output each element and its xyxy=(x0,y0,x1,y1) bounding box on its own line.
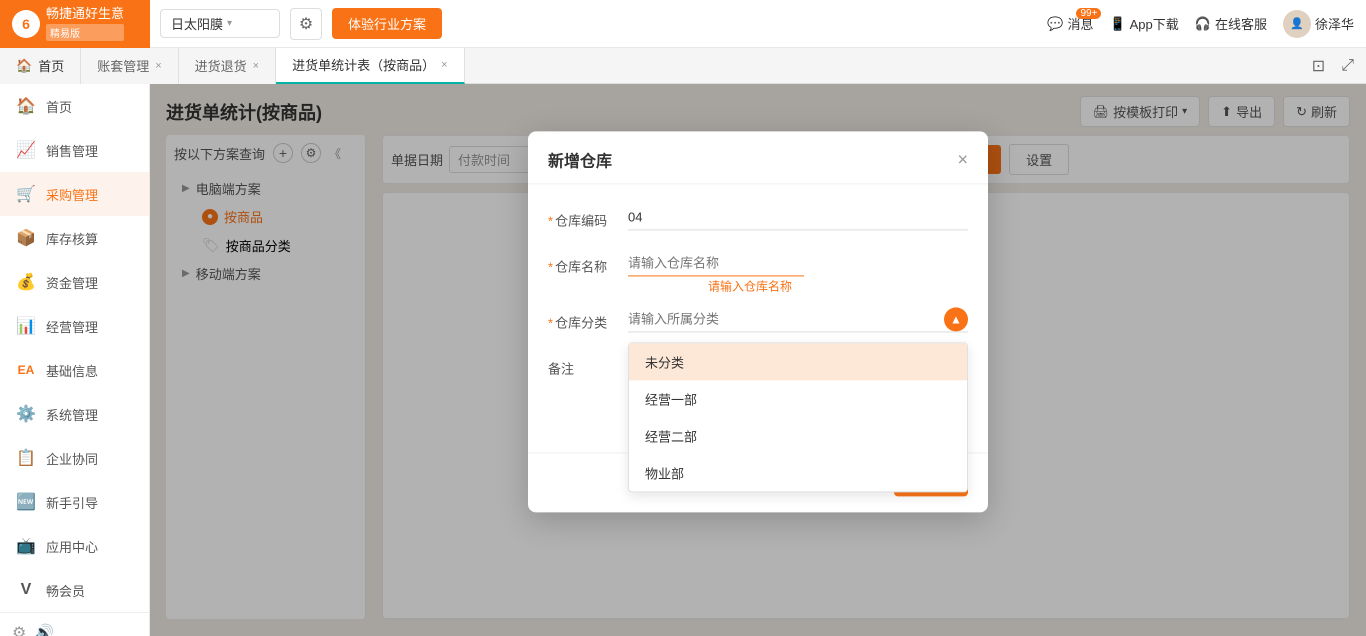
sidebar-item-finance[interactable]: 💰 资金管理 xyxy=(0,260,149,304)
guide-icon: 🆕 xyxy=(16,492,36,512)
volume-icon[interactable]: 🔊 xyxy=(34,623,54,636)
dropdown-toggle[interactable]: ▲ xyxy=(944,307,968,331)
sidebar-label: 资金管理 xyxy=(46,273,98,292)
logo-area: 6 畅捷通好生意 精易版 xyxy=(0,0,150,48)
dropdown-list: 未分类 经营一部 经营二部 物业部 xyxy=(628,342,968,492)
message-item[interactable]: 💬 消息 99+ xyxy=(1047,14,1093,33)
close-icon[interactable]: × xyxy=(253,60,259,72)
sidebar-label: 销售管理 xyxy=(46,141,98,160)
tab-purchase-stats[interactable]: 进货单统计表（按商品） × xyxy=(276,48,464,84)
gear-button[interactable]: ⚙ xyxy=(290,8,322,40)
sidebar-item-guide[interactable]: 🆕 新手引导 xyxy=(0,480,149,524)
app-download-item[interactable]: 📱 App下载 xyxy=(1109,14,1178,33)
option-ops2[interactable]: 经营二部 xyxy=(629,417,967,454)
note-label: 备注 xyxy=(548,352,628,377)
store-selector[interactable]: 日太阳膜 ▾ xyxy=(160,9,280,38)
enterprise-icon: 📋 xyxy=(16,448,36,468)
logo-icon: 6 xyxy=(12,10,40,38)
sidebar-bottom: ⚙ 🔊 xyxy=(0,612,149,636)
name-input[interactable] xyxy=(628,250,804,276)
inventory-icon: 📦 xyxy=(16,228,36,248)
user-profile[interactable]: 👤 徐泽华 xyxy=(1283,10,1354,38)
code-label: 仓库编码 xyxy=(548,204,628,229)
sidebar-item-apps[interactable]: 📺 应用中心 xyxy=(0,524,149,568)
sidebar-item-enterprise[interactable]: 📋 企业协同 xyxy=(0,436,149,480)
online-service-item[interactable]: 🎧 在线客服 xyxy=(1195,14,1267,33)
main-layout: 🏠 首页 📈 销售管理 🛒 采购管理 📦 库存核算 💰 资金管理 📊 经营管理 … xyxy=(0,84,1366,636)
logo-badge: 精易版 xyxy=(46,24,124,41)
sidebar-label: 系统管理 xyxy=(46,405,98,424)
phone-icon: 📱 xyxy=(1109,16,1125,32)
system-icon: ⚙️ xyxy=(16,404,36,424)
sidebar-label: 畅会员 xyxy=(46,581,85,600)
store-name: 日太阳膜 xyxy=(171,14,223,33)
logo-text: 畅捷通好生意 xyxy=(46,6,124,23)
content-area: 进货单统计(按商品) 🖨 按模板打印 ▾ ⬆ 导出 ↻ 刷新 xyxy=(150,84,1366,636)
sidebar-label: 新手引导 xyxy=(46,493,98,512)
option-uncategorized[interactable]: 未分类 xyxy=(629,343,967,380)
expand-icon[interactable]: ⤢ xyxy=(1337,53,1358,79)
sidebar-item-home[interactable]: 🏠 首页 xyxy=(0,84,149,128)
category-input[interactable] xyxy=(628,306,968,332)
restore-icon[interactable]: ⊡ xyxy=(1308,52,1329,80)
sidebar-item-operations[interactable]: 📊 经营管理 xyxy=(0,304,149,348)
category-row: 仓库分类 ▲ 未分类 经营一部 经营二部 物业部 xyxy=(548,306,968,332)
operations-icon: 📊 xyxy=(16,316,36,336)
settings-icon[interactable]: ⚙ xyxy=(12,623,26,636)
close-icon[interactable]: × xyxy=(441,59,447,71)
sidebar-label: 基础信息 xyxy=(46,361,98,380)
sidebar: 🏠 首页 📈 销售管理 🛒 采购管理 📦 库存核算 💰 资金管理 📊 经营管理 … xyxy=(0,84,150,636)
trial-button[interactable]: 体验行业方案 xyxy=(332,8,442,39)
basic-info-icon: EA xyxy=(16,360,36,380)
sidebar-label: 采购管理 xyxy=(46,185,98,204)
apps-icon: 📺 xyxy=(16,536,36,556)
headset-icon: 🎧 xyxy=(1195,16,1211,32)
sidebar-label: 经营管理 xyxy=(46,317,98,336)
top-header: 6 畅捷通好生意 精易版 日太阳膜 ▾ ⚙ 体验行业方案 💬 消息 99+ 📱 … xyxy=(0,0,1366,48)
avatar: 👤 xyxy=(1283,10,1311,38)
sidebar-item-purchase[interactable]: 🛒 采购管理 xyxy=(0,172,149,216)
name-label: 仓库名称 xyxy=(548,250,628,275)
sales-icon: 📈 xyxy=(16,140,36,160)
tab-purchase-return[interactable]: 进货退货 × xyxy=(179,48,276,84)
purchase-icon: 🛒 xyxy=(16,184,36,204)
sidebar-item-system[interactable]: ⚙️ 系统管理 xyxy=(0,392,149,436)
member-icon: V xyxy=(16,580,36,600)
category-label: 仓库分类 xyxy=(548,306,628,331)
close-icon[interactable]: × xyxy=(155,60,161,72)
sidebar-label: 库存核算 xyxy=(46,229,98,248)
sidebar-label: 首页 xyxy=(46,97,72,116)
sidebar-label: 应用中心 xyxy=(46,537,98,556)
tab-home[interactable]: 🏠 首页 xyxy=(0,48,81,84)
tab-bar: 🏠 首页 账套管理 × 进货退货 × 进货单统计表（按商品） × ⊡ ⤢ xyxy=(0,48,1366,84)
category-dropdown[interactable]: ▲ 未分类 经营一部 经营二部 物业部 xyxy=(628,306,968,332)
sidebar-item-member[interactable]: V 畅会员 xyxy=(0,568,149,612)
add-warehouse-modal: 新增仓库 × 仓库编码 仓库名称 请输入仓库名称 xyxy=(528,131,988,512)
home-icon: 🏠 xyxy=(16,96,36,116)
close-button[interactable]: × xyxy=(957,149,968,170)
modal-title: 新增仓库 xyxy=(548,147,612,171)
sidebar-item-inventory[interactable]: 📦 库存核算 xyxy=(0,216,149,260)
error-tip: 请输入仓库名称 xyxy=(708,277,792,294)
code-row: 仓库编码 xyxy=(548,204,968,230)
modal-header: 新增仓库 × xyxy=(528,131,988,184)
tab-actions: ⊡ ⤢ xyxy=(1308,52,1366,80)
modal-body: 仓库编码 仓库名称 请输入仓库名称 仓库分类 ▲ xyxy=(528,184,988,452)
option-ops1[interactable]: 经营一部 xyxy=(629,380,967,417)
finance-icon: 💰 xyxy=(16,272,36,292)
tab-accounts[interactable]: 账套管理 × xyxy=(81,48,178,84)
code-input[interactable] xyxy=(628,204,968,230)
sidebar-label: 企业协同 xyxy=(46,449,98,468)
option-property[interactable]: 物业部 xyxy=(629,454,967,491)
sidebar-item-basic-info[interactable]: EA 基础信息 xyxy=(0,348,149,392)
message-badge: 99+ xyxy=(1076,8,1101,19)
sidebar-item-sales[interactable]: 📈 销售管理 xyxy=(0,128,149,172)
name-row: 仓库名称 请输入仓库名称 xyxy=(548,250,968,276)
header-right: 💬 消息 99+ 📱 App下载 🎧 在线客服 👤 徐泽华 xyxy=(1047,10,1354,38)
home-icon: 🏠 xyxy=(16,58,32,74)
message-icon: 💬 xyxy=(1047,16,1063,32)
chevron-down-icon: ▾ xyxy=(227,18,232,29)
